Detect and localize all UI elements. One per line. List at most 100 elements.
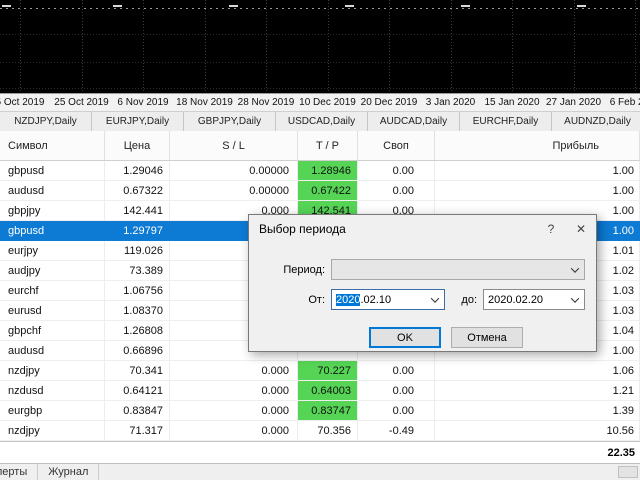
column-header-sl[interactable]: S / L bbox=[170, 131, 298, 160]
to-date-input[interactable]: 2020.02.20 bbox=[483, 289, 585, 310]
chart-gridline-vertical bbox=[327, 0, 329, 93]
chart-period-tick bbox=[577, 5, 586, 7]
cell-sl: 0.000 bbox=[170, 421, 298, 441]
table-row[interactable]: gbpusd 1.29046 0.00000 1.28946 0.00 1.00 bbox=[0, 161, 640, 181]
cell-symbol: gbpusd bbox=[8, 224, 45, 237]
cell-symbol: audusd bbox=[0, 341, 105, 361]
cell-swap: 0.00 bbox=[358, 401, 435, 421]
column-header-symbol[interactable]: Символ bbox=[0, 131, 105, 160]
cell-sl: 0.000 bbox=[170, 401, 298, 421]
ok-button[interactable]: OK bbox=[369, 327, 441, 348]
cell-tp: 0.67422 bbox=[298, 181, 358, 201]
axis-date-label: 28 Nov 2019 bbox=[237, 97, 295, 108]
from-date-input[interactable]: 2020.02.10 bbox=[331, 289, 445, 310]
chart-tab[interactable]: AUDNZD,Daily bbox=[552, 112, 640, 131]
cell-tp: 0.83747 bbox=[298, 401, 358, 421]
chart-tab[interactable]: AUDCAD,Daily bbox=[368, 112, 460, 131]
cell-symbol: nzdjpy bbox=[0, 361, 105, 381]
chart-date-axis: 5 Oct 2019 25 Oct 2019 6 Nov 2019 18 Nov 20… bbox=[0, 93, 640, 111]
total-row: 22.35 bbox=[0, 441, 640, 463]
cell-price: 70.341 bbox=[105, 361, 170, 381]
cell-profit: 1.39 bbox=[435, 401, 640, 421]
axis-date-label: 18 Nov 2019 bbox=[176, 97, 233, 108]
cell-tp: 0.64003 bbox=[298, 381, 358, 401]
terminal-tab[interactable]: Эксперты bbox=[0, 464, 39, 480]
table-row[interactable]: audusd 0.67322 0.00000 0.67422 0.00 1.00 bbox=[0, 181, 640, 201]
from-date-rest: .02.10 bbox=[360, 293, 392, 306]
column-header-swap[interactable]: Своп bbox=[358, 131, 435, 160]
cell-profit: 1.00 bbox=[435, 161, 640, 181]
column-header-price[interactable]: Цена bbox=[105, 131, 170, 160]
chart-tab[interactable]: NZDJPY,Daily bbox=[0, 112, 92, 131]
cell-sl: 0.000 bbox=[170, 361, 298, 381]
cell-tp: 70.356 bbox=[298, 421, 358, 441]
cell-symbol: eurjpy bbox=[0, 241, 105, 261]
cell-symbol: nzdusd bbox=[0, 381, 105, 401]
chart-gridline-vertical bbox=[450, 0, 452, 93]
to-label: до: bbox=[461, 293, 477, 306]
cell-price: 71.317 bbox=[105, 421, 170, 441]
cell-profit: 1.06 bbox=[435, 361, 640, 381]
cell-symbol: gbpchf bbox=[0, 321, 105, 341]
chart-tab[interactable]: GBPJPY,Daily bbox=[184, 112, 276, 131]
table-row[interactable]: nzdjpy 70.341 0.000 70.227 0.00 1.06 bbox=[0, 361, 640, 381]
column-header-tp[interactable]: T / P bbox=[298, 131, 358, 160]
resize-grip[interactable] bbox=[618, 466, 638, 478]
close-icon[interactable]: ✕ bbox=[566, 215, 596, 242]
help-icon[interactable]: ? bbox=[536, 215, 566, 242]
to-date-value: 2020.02.20 bbox=[488, 293, 544, 306]
cell-price: 1.29797 bbox=[123, 224, 163, 237]
cell-swap: 0.00 bbox=[358, 361, 435, 381]
chart-tabs-bar: NZDJPY,Daily EURJPY,Daily GBPJPY,Daily USDC… bbox=[0, 111, 640, 131]
cell-price: 0.83847 bbox=[105, 401, 170, 421]
axis-date-label: 27 Jan 2020 bbox=[545, 97, 602, 108]
chart-gridline-vertical bbox=[573, 0, 575, 93]
cell-swap: 0.00 bbox=[358, 161, 435, 181]
cell-swap: -0.49 bbox=[358, 421, 435, 441]
column-header-profit[interactable]: Прибыль bbox=[435, 131, 640, 160]
cell-tp: 70.227 bbox=[298, 361, 358, 381]
price-chart[interactable] bbox=[0, 0, 640, 93]
chart-period-tick bbox=[229, 5, 238, 7]
chart-tab[interactable]: USDCAD,Daily bbox=[276, 112, 368, 131]
chevron-down-icon[interactable] bbox=[567, 291, 583, 308]
table-row[interactable]: nzdusd 0.64121 0.000 0.64003 0.00 1.21 bbox=[0, 381, 640, 401]
cell-price: 0.64121 bbox=[105, 381, 170, 401]
from-label: От: bbox=[308, 293, 325, 306]
chart-gridline-vertical bbox=[81, 0, 83, 93]
cell-sl: 0.00000 bbox=[170, 181, 298, 201]
chart-tab[interactable]: EURJPY,Daily bbox=[92, 112, 184, 131]
axis-date-label: 25 Oct 2019 bbox=[54, 97, 109, 108]
chevron-down-icon[interactable] bbox=[567, 261, 583, 278]
chart-gridline-vertical bbox=[635, 0, 636, 93]
cell-symbol: eurusd bbox=[0, 301, 105, 321]
dialog-titlebar[interactable]: Выбор периода ? ✕ bbox=[249, 215, 596, 242]
axis-date-label: 6 Nov 2019 bbox=[117, 97, 169, 108]
cell-profit: 1.00 bbox=[435, 181, 640, 201]
table-row[interactable]: nzdjpy 71.317 0.000 70.356 -0.49 10.56 bbox=[0, 421, 640, 441]
cancel-button[interactable]: Отмена bbox=[451, 327, 523, 348]
cell-symbol: gbpusd bbox=[0, 161, 105, 181]
cell-sl: 0.00000 bbox=[170, 161, 298, 181]
cell-price: 1.06756 bbox=[105, 281, 170, 301]
cell-profit: 10.56 bbox=[435, 421, 640, 441]
terminal-tab[interactable]: Журнал bbox=[38, 464, 100, 480]
cell-price: 0.66896 bbox=[105, 341, 170, 361]
cell-price: 1.08370 bbox=[105, 301, 170, 321]
cell-price: 1.29046 bbox=[105, 161, 170, 181]
chart-tab[interactable]: EURCHF,Daily bbox=[460, 112, 552, 131]
cell-swap: 0.00 bbox=[358, 381, 435, 401]
chart-period-tick bbox=[461, 5, 470, 7]
axis-date-label: 5 Oct 2019 bbox=[0, 97, 45, 108]
chart-gridline-vertical bbox=[266, 0, 267, 93]
cell-symbol: audusd bbox=[0, 181, 105, 201]
period-dropdown[interactable] bbox=[331, 259, 585, 280]
from-date-value: 2020.02.10 bbox=[332, 293, 392, 306]
table-row[interactable]: eurgbp 0.83847 0.000 0.83747 0.00 1.39 bbox=[0, 401, 640, 421]
chevron-down-icon[interactable] bbox=[427, 291, 443, 308]
chart-gridline-vertical bbox=[20, 0, 21, 93]
cell-price: 0.67322 bbox=[105, 181, 170, 201]
chart-gridline-horizontal bbox=[0, 88, 640, 89]
axis-date-label: 20 Dec 2019 bbox=[360, 97, 418, 108]
cell-symbol: eurchf bbox=[0, 281, 105, 301]
